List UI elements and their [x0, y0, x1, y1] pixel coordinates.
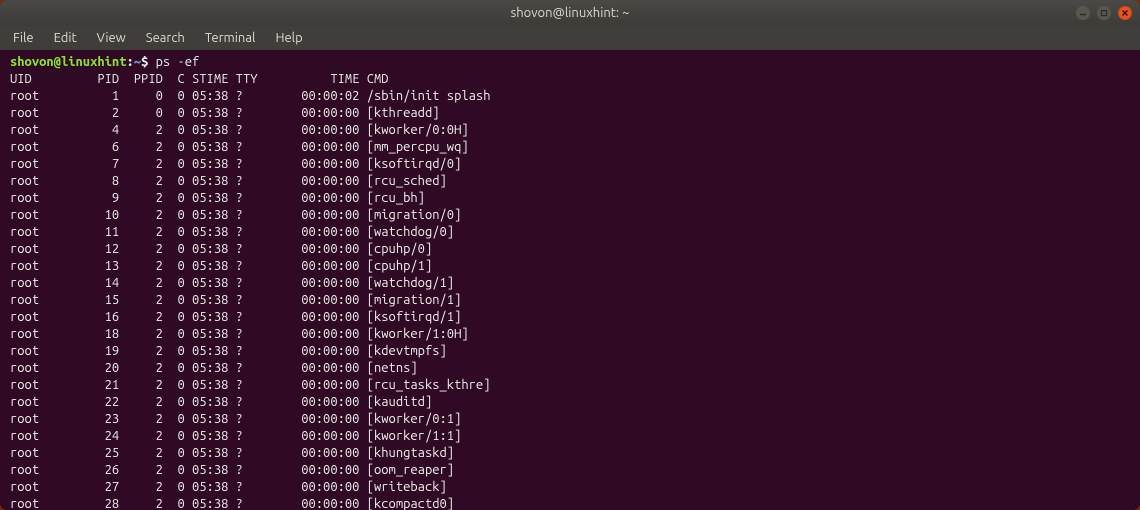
process-row: root 25 2 0 05:38 ? 00:00:00 [khungtaskd… [10, 446, 454, 460]
process-row: root 20 2 0 05:38 ? 00:00:00 [netns] [10, 361, 418, 375]
process-row: root 6 2 0 05:38 ? 00:00:00 [mm_percpu_w… [10, 140, 469, 154]
prompt-user-host: shovon@linuxhint [10, 55, 126, 69]
prompt-path: ~ [134, 55, 141, 69]
command-text: ps -ef [156, 55, 200, 69]
menu-search[interactable]: Search [137, 28, 194, 49]
process-row: root 9 2 0 05:38 ? 00:00:00 [rcu_bh] [10, 191, 425, 205]
window-title: shovon@linuxhint: ~ [0, 7, 1140, 20]
prompt-colon: : [126, 55, 133, 69]
process-row: root 4 2 0 05:38 ? 00:00:00 [kworker/0:0… [10, 123, 469, 137]
process-row: root 8 2 0 05:38 ? 00:00:00 [rcu_sched] [10, 174, 447, 188]
process-row: root 11 2 0 05:38 ? 00:00:00 [watchdog/0… [10, 225, 454, 239]
terminal-viewport[interactable]: shovon@linuxhint:~$ ps -ef UID PID PPID … [0, 50, 1140, 510]
process-row: root 12 2 0 05:38 ? 00:00:00 [cpuhp/0] [10, 242, 432, 256]
process-row: root 19 2 0 05:38 ? 00:00:00 [kdevtmpfs] [10, 344, 447, 358]
process-row: root 28 2 0 05:38 ? 00:00:00 [kcompactd0… [10, 497, 454, 510]
menubar: File Edit View Search Terminal Help [0, 26, 1140, 50]
terminal-window: shovon@linuxhint: ~ File Edit View Searc… [0, 0, 1140, 510]
window-buttons [1076, 6, 1132, 20]
minimize-icon [1079, 9, 1087, 17]
prompt-dollar: $ [141, 55, 148, 69]
menu-file[interactable]: File [4, 28, 43, 49]
process-row: root 13 2 0 05:38 ? 00:00:00 [cpuhp/1] [10, 259, 432, 273]
process-row: root 27 2 0 05:38 ? 00:00:00 [writeback] [10, 480, 447, 494]
process-row: root 2 0 0 05:38 ? 00:00:00 [kthreadd] [10, 106, 440, 120]
maximize-icon [1100, 9, 1108, 17]
close-icon [1121, 9, 1129, 17]
close-button[interactable] [1118, 6, 1132, 20]
process-row: root 16 2 0 05:38 ? 00:00:00 [ksoftirqd/… [10, 310, 461, 324]
process-row: root 14 2 0 05:38 ? 00:00:00 [watchdog/1… [10, 276, 454, 290]
process-row: root 22 2 0 05:38 ? 00:00:00 [kauditd] [10, 395, 432, 409]
process-row: root 24 2 0 05:38 ? 00:00:00 [kworker/1:… [10, 429, 461, 443]
process-row: root 10 2 0 05:38 ? 00:00:00 [migration/… [10, 208, 461, 222]
process-row: root 26 2 0 05:38 ? 00:00:00 [oom_reaper… [10, 463, 454, 477]
process-row: root 21 2 0 05:38 ? 00:00:00 [rcu_tasks_… [10, 378, 490, 392]
menu-help[interactable]: Help [266, 28, 311, 49]
process-row: root 15 2 0 05:38 ? 00:00:00 [migration/… [10, 293, 461, 307]
process-row: root 1 0 0 05:38 ? 00:00:02 /sbin/init s… [10, 89, 490, 103]
titlebar: shovon@linuxhint: ~ [0, 0, 1140, 26]
process-row: root 7 2 0 05:38 ? 00:00:00 [ksoftirqd/0… [10, 157, 461, 171]
maximize-button[interactable] [1097, 6, 1111, 20]
process-row: root 23 2 0 05:38 ? 00:00:00 [kworker/0:… [10, 412, 461, 426]
menu-view[interactable]: View [88, 28, 135, 49]
process-row: root 18 2 0 05:38 ? 00:00:00 [kworker/1:… [10, 327, 469, 341]
menu-edit[interactable]: Edit [45, 28, 86, 49]
ps-header: UID PID PPID C STIME TTY TIME CMD [10, 72, 389, 86]
menu-terminal[interactable]: Terminal [196, 28, 265, 49]
minimize-button[interactable] [1076, 6, 1090, 20]
